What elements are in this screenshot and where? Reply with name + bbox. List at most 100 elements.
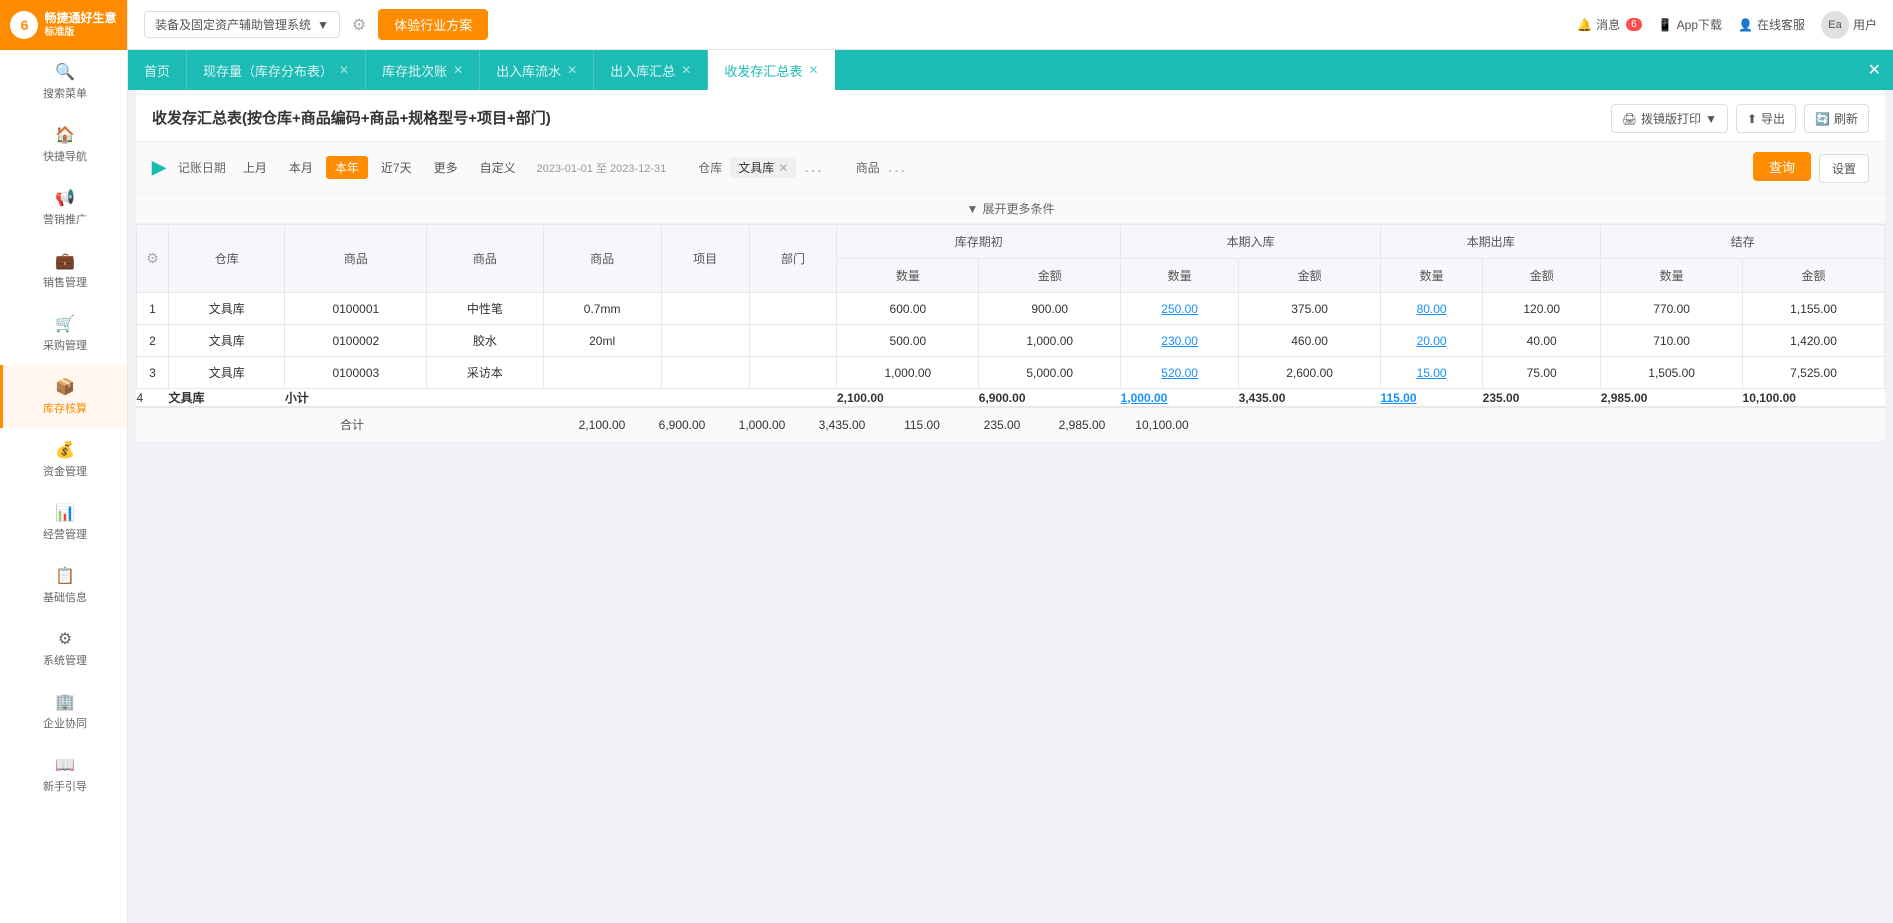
col-header-in: 本期入库 [1121, 225, 1381, 259]
column-settings-icon[interactable]: ⚙ [146, 250, 159, 266]
row-bal-amt: 7,525.00 [1743, 357, 1885, 389]
close-all-tabs-btn[interactable]: ✕ [1856, 60, 1893, 80]
expand-icon: ▼ [967, 202, 979, 216]
row-out-qty[interactable]: 20.00 [1380, 325, 1482, 357]
sidebar-item-inventory[interactable]: 📦库存核算 [0, 365, 127, 428]
sidebar-item-marketing[interactable]: 📢营销推广 [0, 176, 127, 239]
subtotal-bal-qty: 2,985.00 [1601, 389, 1743, 407]
col-header-init-stock: 库存期初 [837, 225, 1121, 259]
tab-inout-flow[interactable]: 出入库流水✕ [480, 50, 594, 90]
date-label: 记账日期 [178, 159, 226, 176]
tab-close-icon[interactable]: ✕ [567, 63, 577, 77]
sub-col-in-amt: 金额 [1239, 259, 1381, 293]
row-out-amt: 40.00 [1483, 325, 1601, 357]
online-service-btn[interactable]: 👤 在线客服 [1738, 16, 1805, 33]
date-btn-近7天[interactable]: 近7天 [372, 156, 421, 179]
date-btn-更多[interactable]: 更多 [425, 156, 467, 179]
date-btn-自定义[interactable]: 自定义 [471, 156, 525, 179]
subtotal-label: 小计 [285, 389, 837, 407]
warehouse-more-btn[interactable]: ... [804, 159, 823, 177]
settings-icon[interactable]: ⚙ [352, 15, 366, 35]
row-name: 中性笔 [427, 293, 543, 325]
date-btn-上月[interactable]: 上月 [234, 156, 276, 179]
row-code: 0100002 [285, 325, 427, 357]
filter-settings-btn[interactable]: 设置 [1819, 154, 1869, 183]
user-btn[interactable]: Ea 用户 [1821, 11, 1877, 39]
chevron-down-icon: ▼ [1705, 112, 1717, 126]
tab-close-icon[interactable]: ✕ [453, 63, 463, 77]
print-btn[interactable]: 🖨 拨镜版打印 ▼ [1611, 104, 1728, 133]
filter-toggle-btn[interactable]: ▶ [152, 157, 166, 178]
sidebar-item-sales[interactable]: 💼销售管理 [0, 239, 127, 302]
tab-batch[interactable]: 库存批次账✕ [366, 50, 480, 90]
date-btn-本月[interactable]: 本月 [280, 156, 322, 179]
inventory-icon: 📦 [55, 377, 75, 397]
row-out-qty[interactable]: 15.00 [1380, 357, 1482, 389]
sub-col-in-qty: 数量 [1121, 259, 1239, 293]
operations-icon: 📊 [55, 503, 75, 523]
subtotal-in-qty[interactable]: 1,000.00 [1121, 389, 1239, 407]
sidebar-item-enterprise[interactable]: 🏢企业协同 [0, 680, 127, 743]
sidebar-item-operations[interactable]: 📊经营管理 [0, 491, 127, 554]
basic-icon: 📋 [55, 566, 75, 586]
data-table: ⚙ 仓库 商品 商品 商品 项目 部门 库存期初 本期入库 本期出库 结存 [136, 224, 1885, 406]
system-selector[interactable]: 装备及固定资产辅助管理系统 ▼ [144, 11, 340, 38]
query-btn[interactable]: 查询 [1753, 152, 1811, 181]
subtotal-in-amt: 3,435.00 [1239, 389, 1381, 407]
date-range: 2023-01-01 至 2023-12-31 [537, 160, 667, 176]
row-in-qty[interactable]: 250.00 [1121, 293, 1239, 325]
row-in-qty[interactable]: 520.00 [1121, 357, 1239, 389]
total-out-amt: 235.00 [962, 418, 1042, 432]
sub-col-bal-amt: 金额 [1743, 259, 1885, 293]
table-row: 3 文具库 0100003 采访本 1,000.00 5,000.00 520.… [137, 357, 1885, 389]
total-init-amt: 6,900.00 [642, 418, 722, 432]
row-dept [749, 325, 837, 357]
row-name: 胶水 [427, 325, 543, 357]
refresh-btn[interactable]: 🔄 刷新 [1804, 104, 1869, 133]
settings-header[interactable]: ⚙ [137, 225, 169, 293]
notification-btn[interactable]: 🔔 消息 6 [1577, 16, 1642, 33]
tab-stock-dist[interactable]: 现存量（库存分布表）✕ [187, 50, 366, 90]
export-btn[interactable]: ⬆ 导出 [1736, 104, 1796, 133]
row-init-amt: 900.00 [979, 293, 1121, 325]
row-in-qty[interactable]: 230.00 [1121, 325, 1239, 357]
row-dept [749, 357, 837, 389]
row-bal-qty: 770.00 [1601, 293, 1743, 325]
subtotal-warehouse: 文具库 [169, 389, 285, 407]
row-init-amt: 1,000.00 [979, 325, 1121, 357]
page-title: 收发存汇总表(按仓库+商品编码+商品+规格型号+项目+部门) [152, 107, 551, 128]
exp-btn[interactable]: 体验行业方案 [378, 9, 488, 40]
tab-inout-summary[interactable]: 出入库汇总✕ [594, 50, 708, 90]
sidebar-item-basic[interactable]: 📋 基础信息 [0, 554, 127, 617]
tab-close-icon[interactable]: ✕ [681, 63, 691, 77]
sidebar-item-search[interactable]: 🔍搜索菜单 [0, 50, 127, 113]
col-header-balance: 结存 [1601, 225, 1885, 259]
sidebar-item-label: 采购管理 [43, 337, 87, 353]
tab-home[interactable]: 首页 [128, 50, 187, 90]
tab-close-icon[interactable]: ✕ [808, 63, 818, 77]
sidebar-item-system[interactable]: ⚙系统管理 [0, 617, 127, 680]
phone-icon: 📱 [1658, 18, 1673, 32]
sidebar-item-label: 资金管理 [43, 463, 87, 479]
table-container: ⚙ 仓库 商品 商品 商品 项目 部门 库存期初 本期入库 本期出库 结存 [136, 224, 1885, 406]
sidebar-item-label: 基础信息 [43, 589, 87, 605]
row-code: 0100003 [285, 357, 427, 389]
topbar: 装备及固定资产辅助管理系统 ▼ ⚙ 体验行业方案 🔔 消息 6 📱 App下载 … [128, 0, 1893, 50]
sidebar-item-quick[interactable]: 🏠快捷导航 [0, 113, 127, 176]
sidebar-item-finance[interactable]: 💰资金管理 [0, 428, 127, 491]
app-download-btn[interactable]: 📱 App下载 [1658, 16, 1722, 33]
date-btn-本年[interactable]: 本年 [326, 156, 368, 179]
col-header-out: 本期出库 [1380, 225, 1600, 259]
sidebar-item-purchase[interactable]: 🛒采购管理 [0, 302, 127, 365]
total-in-amt: 3,435.00 [802, 418, 882, 432]
subtotal-out-qty[interactable]: 115.00 [1380, 389, 1482, 407]
tab-close-icon[interactable]: ✕ [339, 63, 349, 77]
export-icon: ⬆ [1747, 112, 1757, 126]
tab-label: 首页 [144, 61, 170, 80]
goods-more-btn[interactable]: ... [888, 159, 907, 177]
row-out-qty[interactable]: 80.00 [1380, 293, 1482, 325]
expand-more-btn[interactable]: ▼ 展开更多条件 [967, 200, 1055, 217]
tab-stock-summary[interactable]: 收发存汇总表✕ [708, 50, 835, 90]
sidebar-item-guide[interactable]: 📖新手引导 [0, 743, 127, 806]
warehouse-tag-close[interactable]: ✕ [778, 161, 788, 175]
